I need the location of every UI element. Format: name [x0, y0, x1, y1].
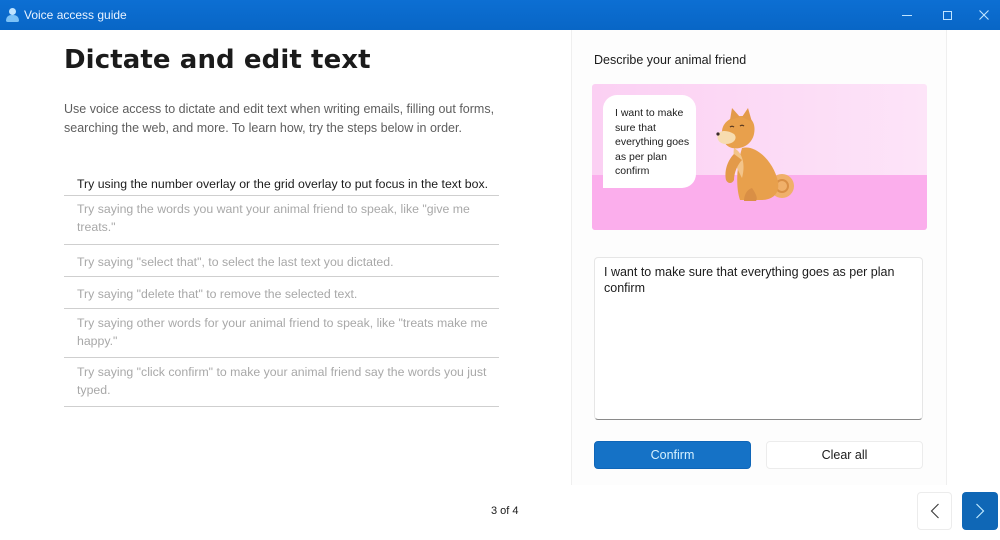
confirm-button[interactable]: Confirm [594, 441, 751, 469]
shiba-dog-illustration [716, 108, 794, 201]
next-page-button[interactable] [962, 492, 998, 530]
step-item: Try saying "select that", to select the … [64, 245, 499, 277]
step-item: Try using the number overlay or the grid… [64, 171, 499, 196]
close-icon [979, 10, 989, 20]
step-item: Try saying other words for your animal f… [64, 309, 499, 358]
practice-panel: Describe your animal friend I want to ma… [571, 30, 947, 485]
page-title: Dictate and edit text [64, 45, 371, 75]
step-item: Try saying the words you want your anima… [64, 196, 499, 245]
window-title: Voice access guide [24, 8, 127, 22]
step-item: Try saying "click confirm" to make your … [64, 358, 499, 407]
minimize-icon [902, 14, 912, 16]
title-bar[interactable]: Voice access guide [0, 0, 1000, 30]
chevron-left-icon [930, 503, 939, 519]
clear-all-button[interactable]: Clear all [766, 441, 923, 469]
page-indicator: 3 of 4 [491, 505, 519, 517]
intro-text: Use voice access to dictate and edit tex… [64, 102, 495, 135]
previous-page-button[interactable] [917, 492, 952, 530]
speech-bubble: I want to make sure that everything goes… [603, 95, 696, 188]
step-item: Try saying "delete that" to remove the s… [64, 277, 499, 309]
panel-heading: Describe your animal friend [594, 53, 747, 67]
voice-access-app-icon [6, 8, 19, 22]
dictation-text-box[interactable]: I want to make sure that everything goes… [594, 257, 923, 420]
maximize-icon [942, 10, 952, 20]
chevron-right-icon [976, 503, 985, 519]
animal-friend-scene: I want to make sure that everything goes… [592, 84, 927, 230]
steps-list: Try using the number overlay or the grid… [64, 171, 499, 407]
close-button[interactable] [961, 0, 1000, 30]
